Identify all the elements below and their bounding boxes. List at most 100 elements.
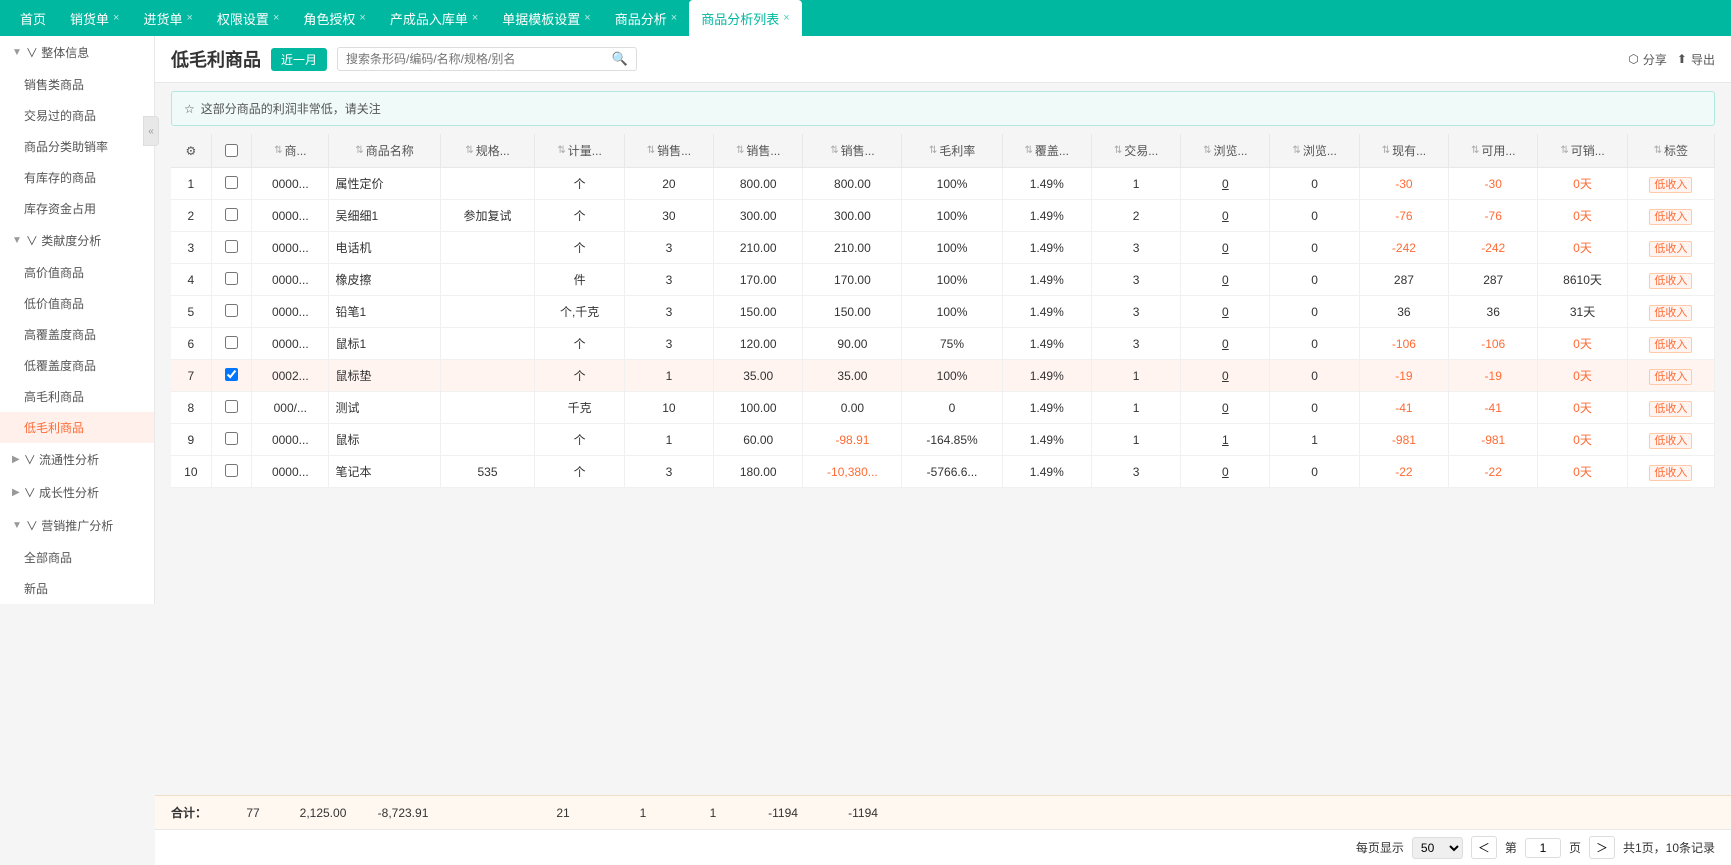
sidebar-item-商品分类助销率[interactable]: 商品分类助销率 xyxy=(0,131,154,162)
browse-link[interactable]: 0 xyxy=(1222,337,1229,351)
row-checkbox-input[interactable] xyxy=(225,272,238,285)
per-page-select[interactable]: 50 100 xyxy=(1412,837,1463,859)
row-checkbox-input[interactable] xyxy=(225,432,238,445)
page-input[interactable] xyxy=(1525,838,1561,858)
col-header-current_stock[interactable]: ⇅现有... xyxy=(1359,134,1448,168)
sidebar-group-流通性分析[interactable]: ▶∨ 流通性分析 xyxy=(0,443,154,476)
close-icon[interactable]: × xyxy=(113,12,119,24)
col-header-spec[interactable]: ⇅规格... xyxy=(440,134,535,168)
col-header-sale_qty[interactable]: ⇅销售... xyxy=(624,134,713,168)
search-icon[interactable]: 🔍 xyxy=(612,51,628,67)
sidebar-item-库存资金占用[interactable]: 库存资金占用 xyxy=(0,193,154,224)
col-header-name[interactable]: ⇅商品名称 xyxy=(329,134,440,168)
row-browse1[interactable]: 0 xyxy=(1181,232,1270,264)
browse-link[interactable]: 0 xyxy=(1222,465,1229,479)
col-header-gross_margin[interactable]: ⇅毛利率 xyxy=(902,134,1002,168)
col-header-trade_count[interactable]: ⇅交易... xyxy=(1091,134,1180,168)
sidebar-item-新品[interactable]: 新品 xyxy=(0,573,154,604)
nav-item-进货单[interactable]: 进货单× xyxy=(131,0,204,36)
nav-item-首页[interactable]: 首页 xyxy=(8,0,58,36)
export-button[interactable]: ⬆ 导出 xyxy=(1677,51,1715,68)
col-header-browse1[interactable]: ⇅浏览... xyxy=(1181,134,1270,168)
row-browse1[interactable]: 1 xyxy=(1181,424,1270,456)
row-browse1[interactable]: 0 xyxy=(1181,360,1270,392)
nav-item-权限设置[interactable]: 权限设置× xyxy=(205,0,291,36)
row-checkbox[interactable] xyxy=(211,328,251,360)
sidebar-item-高毛利商品[interactable]: 高毛利商品 xyxy=(0,381,154,412)
col-header-sale_price[interactable]: ⇅销售... xyxy=(714,134,803,168)
sidebar-collapse-btn[interactable]: « xyxy=(143,116,159,146)
close-icon[interactable]: × xyxy=(186,12,192,24)
row-browse1[interactable]: 0 xyxy=(1181,456,1270,488)
row-checkbox-input[interactable] xyxy=(225,240,238,253)
row-checkbox[interactable] xyxy=(211,456,251,488)
prev-page-button[interactable]: ＜ xyxy=(1471,836,1497,859)
col-header-sale_amount[interactable]: ⇅销售... xyxy=(803,134,902,168)
row-browse1[interactable]: 0 xyxy=(1181,296,1270,328)
browse-link[interactable]: 0 xyxy=(1222,369,1229,383)
nav-item-销货单[interactable]: 销货单× xyxy=(58,0,131,36)
row-checkbox-input[interactable] xyxy=(225,176,238,189)
row-browse1[interactable]: 0 xyxy=(1181,200,1270,232)
sidebar-item-销售类商品[interactable]: 销售类商品 xyxy=(0,69,154,100)
row-checkbox-input[interactable] xyxy=(225,208,238,221)
col-header-tag[interactable]: ⇅标签 xyxy=(1627,134,1714,168)
row-checkbox[interactable] xyxy=(211,296,251,328)
row-checkbox[interactable] xyxy=(211,200,251,232)
sidebar-item-低价值商品[interactable]: 低价值商品 xyxy=(0,288,154,319)
sidebar-group-营销推广分析[interactable]: ▼∨ 营销推广分析 xyxy=(0,509,154,542)
row-checkbox-input[interactable] xyxy=(225,464,238,477)
row-checkbox[interactable] xyxy=(211,392,251,424)
row-browse1[interactable]: 0 xyxy=(1181,392,1270,424)
sidebar-item-交易过的商品[interactable]: 交易过的商品 xyxy=(0,100,154,131)
filter-button[interactable]: 近一月 xyxy=(271,48,327,71)
nav-item-商品分析[interactable]: 商品分析× xyxy=(603,0,689,36)
browse-link[interactable]: 0 xyxy=(1222,177,1229,191)
col-header-available_stock[interactable]: ⇅可用... xyxy=(1449,134,1538,168)
row-checkbox-input[interactable] xyxy=(225,368,238,381)
sidebar-group-类献度分析[interactable]: ▼∨ 类献度分析 xyxy=(0,224,154,257)
sidebar-item-高覆盖度商品[interactable]: 高覆盖度商品 xyxy=(0,319,154,350)
row-browse1[interactable]: 0 xyxy=(1181,168,1270,200)
row-browse1[interactable]: 0 xyxy=(1181,328,1270,360)
sidebar-group-整体信息[interactable]: ▼∨ 整体信息 xyxy=(0,36,154,69)
nav-item-角色授权[interactable]: 角色授权× xyxy=(291,0,377,36)
col-header-unit[interactable]: ⇅计量... xyxy=(535,134,624,168)
row-checkbox[interactable] xyxy=(211,232,251,264)
settings-icon[interactable]: ⚙ xyxy=(185,144,196,158)
close-icon[interactable]: × xyxy=(671,12,677,24)
close-icon[interactable]: × xyxy=(783,12,789,24)
col-header-coverage[interactable]: ⇅覆盖... xyxy=(1002,134,1091,168)
sidebar-group-成长性分析[interactable]: ▶∨ 成长性分析 xyxy=(0,476,154,509)
row-checkbox-input[interactable] xyxy=(225,400,238,413)
col-header-browse2[interactable]: ⇅浏览... xyxy=(1270,134,1359,168)
close-icon[interactable]: × xyxy=(273,12,279,24)
row-checkbox[interactable] xyxy=(211,360,251,392)
col-header-checkbox[interactable] xyxy=(211,134,251,168)
col-header-settings[interactable]: ⚙ xyxy=(171,134,211,168)
browse-link[interactable]: 0 xyxy=(1222,209,1229,223)
browse-link[interactable]: 0 xyxy=(1222,241,1229,255)
sidebar-item-高价值商品[interactable]: 高价值商品 xyxy=(0,257,154,288)
nav-item-商品分析列表[interactable]: 商品分析列表× xyxy=(689,0,801,36)
col-header-code[interactable]: ⇅商... xyxy=(252,134,329,168)
sidebar-item-低覆盖度商品[interactable]: 低覆盖度商品 xyxy=(0,350,154,381)
share-button[interactable]: ⬡ 分享 xyxy=(1628,51,1667,68)
col-header-sellable_days[interactable]: ⇅可销... xyxy=(1538,134,1627,168)
sidebar-item-低毛利商品[interactable]: 低毛利商品 xyxy=(0,412,154,443)
row-browse1[interactable]: 0 xyxy=(1181,264,1270,296)
browse-link[interactable]: 0 xyxy=(1222,401,1229,415)
close-icon[interactable]: × xyxy=(472,12,478,24)
close-icon[interactable]: × xyxy=(359,12,365,24)
browse-link[interactable]: 1 xyxy=(1222,433,1229,447)
row-checkbox-input[interactable] xyxy=(225,304,238,317)
browse-link[interactable]: 0 xyxy=(1222,305,1229,319)
row-checkbox[interactable] xyxy=(211,424,251,456)
row-checkbox[interactable] xyxy=(211,168,251,200)
row-checkbox-input[interactable] xyxy=(225,336,238,349)
close-icon[interactable]: × xyxy=(584,12,590,24)
search-input[interactable] xyxy=(346,52,612,66)
browse-link[interactable]: 0 xyxy=(1222,273,1229,287)
sidebar-item-有库存的商品[interactable]: 有库存的商品 xyxy=(0,162,154,193)
select-all-checkbox[interactable] xyxy=(225,144,238,157)
